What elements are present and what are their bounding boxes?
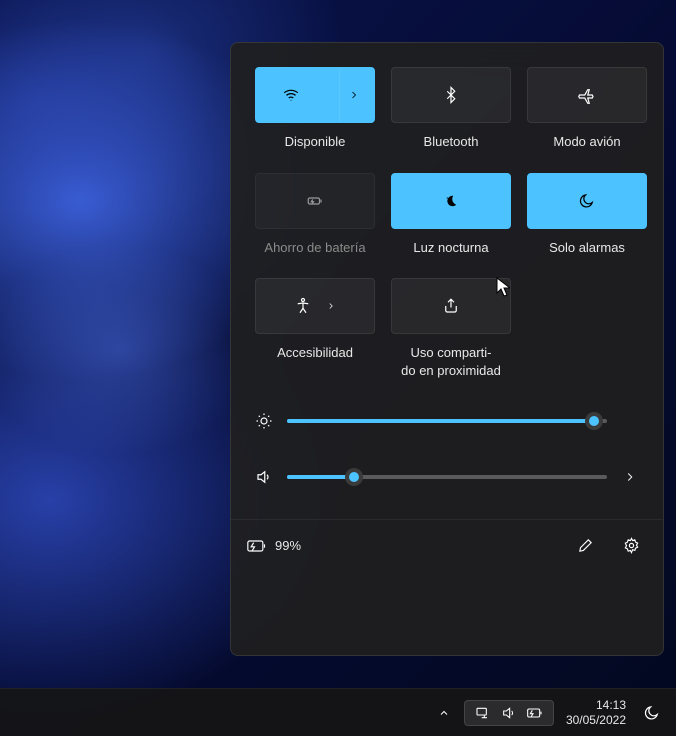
nightlight-icon <box>442 192 460 210</box>
taskbar-date: 30/05/2022 <box>566 713 626 728</box>
volume-fill <box>287 475 354 479</box>
moon-icon <box>643 704 661 722</box>
battery-percent: 99% <box>275 538 301 553</box>
taskbar-time: 14:13 <box>566 698 626 713</box>
tile-wifi-label: Disponible <box>252 133 378 151</box>
settings-button[interactable] <box>615 530 647 562</box>
volume-thumb <box>345 468 363 486</box>
battery-icon <box>247 539 267 553</box>
notification-center-button[interactable] <box>638 704 666 722</box>
chevron-right-icon <box>621 470 639 484</box>
tile-airplane[interactable] <box>527 67 647 123</box>
tile-nightlight-label: Luz nocturna <box>388 239 514 257</box>
chevron-up-icon <box>438 707 450 719</box>
bluetooth-icon <box>442 86 460 104</box>
volume-slider[interactable] <box>287 469 607 485</box>
tile-airplane-wrap: Modo avión <box>527 67 647 151</box>
brightness-slider[interactable] <box>287 413 607 429</box>
tile-bluetooth-wrap: Bluetooth <box>391 67 511 151</box>
tile-focus-label: Solo alarmas <box>524 239 650 257</box>
panel-footer: 99% <box>231 519 663 571</box>
volume-icon <box>255 468 273 486</box>
tile-nearbyshare-label: Uso comparti- do en proximidad <box>388 344 514 379</box>
chevron-right-icon <box>348 89 360 101</box>
tile-battery-saver-wrap: Ahorro de batería <box>255 173 375 257</box>
tile-battery-saver-label: Ahorro de batería <box>252 239 378 257</box>
tile-focus[interactable] <box>527 173 647 229</box>
brightness-thumb <box>585 412 603 430</box>
tile-nearbyshare[interactable] <box>391 278 511 334</box>
battery-saver-icon <box>306 192 324 210</box>
tile-nightlight-wrap: Luz nocturna <box>391 173 511 257</box>
system-tray[interactable] <box>464 700 554 726</box>
tile-bluetooth-label: Bluetooth <box>388 133 514 151</box>
tile-wifi[interactable] <box>255 67 375 123</box>
moon-icon <box>578 192 596 210</box>
chevron-right-icon <box>326 301 336 311</box>
edit-quick-settings-button[interactable] <box>569 530 601 562</box>
tile-nearbyshare-wrap: Uso comparti- do en proximidad <box>391 278 511 379</box>
pencil-icon <box>577 537 594 554</box>
airplane-icon <box>578 86 596 104</box>
tile-accessibility-wrap: Accesibilidad <box>255 278 375 379</box>
brightness-row <box>255 393 639 449</box>
tile-airplane-label: Modo avión <box>524 133 650 151</box>
footer-actions <box>569 530 647 562</box>
gear-icon <box>623 537 640 554</box>
taskbar-clock[interactable]: 14:13 30/05/2022 <box>562 698 630 728</box>
tray-overflow-button[interactable] <box>432 701 456 725</box>
tile-nightlight[interactable] <box>391 173 511 229</box>
taskbar: 14:13 30/05/2022 <box>0 688 676 736</box>
brightness-icon <box>255 412 273 430</box>
tile-wifi-wrap: Disponible <box>255 67 375 151</box>
battery-status[interactable]: 99% <box>247 538 301 553</box>
accessibility-icon <box>294 297 312 315</box>
tile-accessibility-label: Accesibilidad <box>252 344 378 362</box>
tile-battery-saver <box>255 173 375 229</box>
battery-tray-icon <box>527 705 543 721</box>
sliders-area <box>231 385 663 519</box>
volume-row <box>255 449 639 505</box>
tile-focus-wrap: Solo alarmas <box>527 173 647 257</box>
volume-output-chevron[interactable] <box>621 468 639 486</box>
network-icon <box>475 705 491 721</box>
volume-tray-icon <box>501 705 517 721</box>
wifi-icon <box>282 86 300 104</box>
share-icon <box>442 297 460 315</box>
tile-accessibility[interactable] <box>255 278 375 334</box>
brightness-fill <box>287 419 594 423</box>
quick-settings-panel: Disponible Bluetooth Modo avión Ahorro d… <box>230 42 664 656</box>
quick-settings-tiles: Disponible Bluetooth Modo avión Ahorro d… <box>231 43 663 385</box>
tile-bluetooth[interactable] <box>391 67 511 123</box>
